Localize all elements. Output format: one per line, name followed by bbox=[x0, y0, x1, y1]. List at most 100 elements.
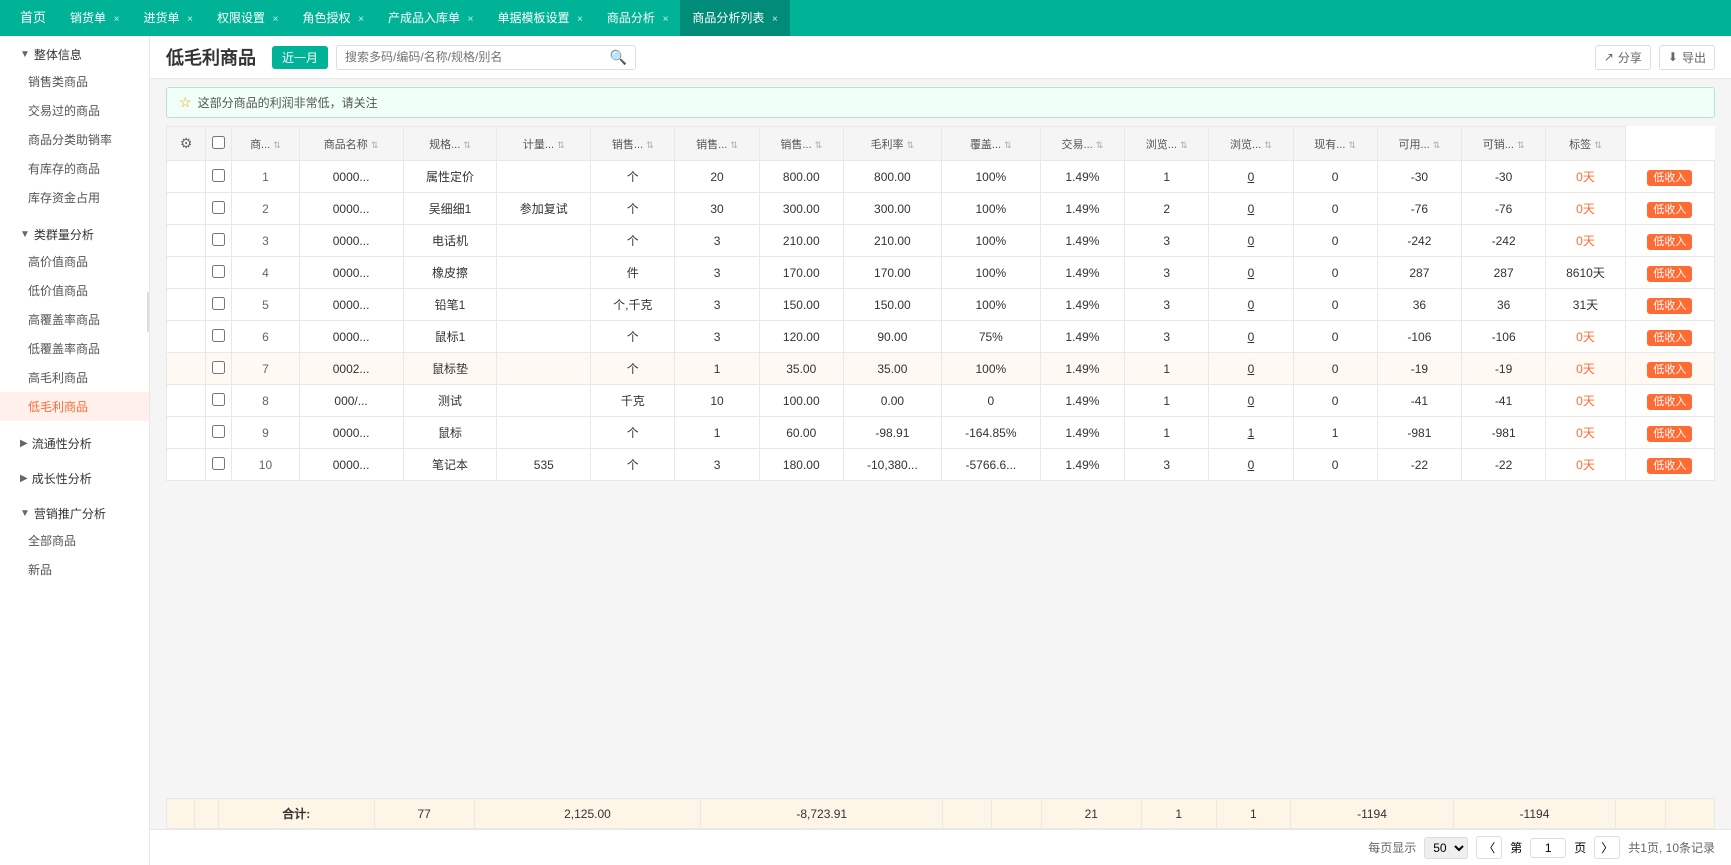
column-available-header[interactable]: 可用... ⇅ bbox=[1377, 127, 1461, 161]
row-checkbox[interactable] bbox=[212, 329, 225, 342]
column-sales-qty-header[interactable]: 销售... ⇅ bbox=[591, 127, 675, 161]
row-checkbox-cell[interactable] bbox=[206, 449, 232, 481]
column-coverage-header[interactable]: 覆盖... ⇅ bbox=[941, 127, 1040, 161]
views1-link[interactable]: 0 bbox=[1248, 330, 1255, 344]
close-roles-icon[interactable]: × bbox=[358, 14, 364, 25]
close-sales-icon[interactable]: × bbox=[114, 14, 120, 25]
close-permissions-icon[interactable]: × bbox=[273, 14, 279, 25]
views1-link[interactable]: 0 bbox=[1248, 234, 1255, 248]
row-views1[interactable]: 0 bbox=[1209, 193, 1293, 225]
row-checkbox-cell[interactable] bbox=[206, 289, 232, 321]
views1-link[interactable]: 0 bbox=[1248, 362, 1255, 376]
sidebar-item-sales-products[interactable]: 销售类商品 bbox=[0, 67, 149, 96]
column-sales-amount-header[interactable]: 销售... ⇅ bbox=[759, 127, 843, 161]
row-checkbox-cell[interactable] bbox=[206, 321, 232, 353]
sidebar-item-low-margin[interactable]: 低毛利商品 bbox=[0, 392, 149, 421]
nav-roles[interactable]: 角色授权 × bbox=[290, 0, 375, 36]
views1-link[interactable]: 0 bbox=[1248, 458, 1255, 472]
row-checkbox-cell[interactable] bbox=[206, 193, 232, 225]
close-purchase-icon[interactable]: × bbox=[187, 14, 193, 25]
sidebar-item-high-value[interactable]: 高价值商品 bbox=[0, 247, 149, 276]
column-transactions-header[interactable]: 交易... ⇅ bbox=[1040, 127, 1124, 161]
nav-home[interactable]: 首页 bbox=[8, 0, 58, 36]
views1-link[interactable]: 0 bbox=[1248, 266, 1255, 280]
sidebar-item-stock-capital[interactable]: 库存资金占用 bbox=[0, 183, 149, 212]
close-template-icon[interactable]: × bbox=[577, 14, 583, 25]
row-checkbox[interactable] bbox=[212, 233, 225, 246]
row-views1[interactable]: 0 bbox=[1209, 161, 1293, 193]
row-checkbox-cell[interactable] bbox=[206, 417, 232, 449]
nav-permissions[interactable]: 权限设置 × bbox=[205, 0, 290, 36]
close-list-icon[interactable]: × bbox=[772, 14, 778, 25]
column-spec-header[interactable]: 规格... ⇅ bbox=[403, 127, 497, 161]
sidebar-item-traded-products[interactable]: 交易过的商品 bbox=[0, 96, 149, 125]
per-page-select[interactable]: 50 bbox=[1424, 837, 1468, 859]
sidebar-item-high-margin[interactable]: 高毛利商品 bbox=[0, 363, 149, 392]
sidebar-item-new-products[interactable]: 新品 bbox=[0, 555, 149, 584]
row-checkbox-cell[interactable] bbox=[206, 161, 232, 193]
close-products-icon[interactable]: × bbox=[468, 14, 474, 25]
row-checkbox-cell[interactable] bbox=[206, 353, 232, 385]
row-checkbox[interactable] bbox=[212, 393, 225, 406]
column-name-header[interactable]: 商品名称 ⇅ bbox=[299, 127, 403, 161]
row-views1[interactable]: 0 bbox=[1209, 257, 1293, 289]
row-views1[interactable]: 0 bbox=[1209, 225, 1293, 257]
column-unit-header[interactable]: 计量... ⇅ bbox=[497, 127, 591, 161]
column-code-header[interactable]: 商... ⇅ bbox=[232, 127, 299, 161]
sidebar-item-category-rate[interactable]: 商品分类助销率 bbox=[0, 125, 149, 154]
row-views1[interactable]: 0 bbox=[1209, 289, 1293, 321]
search-icon[interactable]: 🔍 bbox=[610, 49, 627, 66]
nav-analysis-list[interactable]: 商品分析列表 × bbox=[680, 0, 789, 36]
select-all-header[interactable] bbox=[206, 127, 232, 161]
nav-products-inbound[interactable]: 产成品入库单 × bbox=[376, 0, 485, 36]
search-input[interactable] bbox=[345, 50, 610, 64]
views1-link[interactable]: 0 bbox=[1248, 298, 1255, 312]
views1-link[interactable]: 0 bbox=[1248, 394, 1255, 408]
views1-link[interactable]: 1 bbox=[1248, 426, 1255, 440]
sidebar-item-low-coverage[interactable]: 低覆盖率商品 bbox=[0, 334, 149, 363]
column-gross-margin-header[interactable]: 毛利率 ⇅ bbox=[843, 127, 941, 161]
sidebar-item-stocked-products[interactable]: 有库存的商品 bbox=[0, 154, 149, 183]
sidebar-item-low-value[interactable]: 低价值商品 bbox=[0, 276, 149, 305]
prev-page-button[interactable]: 〈 bbox=[1476, 836, 1502, 859]
row-checkbox[interactable] bbox=[212, 361, 225, 374]
row-checkbox[interactable] bbox=[212, 265, 225, 278]
views1-link[interactable]: 0 bbox=[1248, 202, 1255, 216]
column-current-stock-header[interactable]: 现有... ⇅ bbox=[1293, 127, 1377, 161]
row-checkbox-cell[interactable] bbox=[206, 257, 232, 289]
column-tag-header[interactable]: 标签 ⇅ bbox=[1546, 127, 1626, 161]
nav-product-analysis[interactable]: 商品分析 × bbox=[595, 0, 680, 36]
export-button[interactable]: ⬇ 导出 bbox=[1659, 45, 1715, 70]
nav-template-settings[interactable]: 单据模板设置 × bbox=[485, 0, 594, 36]
row-views1[interactable]: 1 bbox=[1209, 417, 1293, 449]
column-settings-header[interactable]: ⚙ bbox=[167, 127, 206, 161]
row-views1[interactable]: 0 bbox=[1209, 321, 1293, 353]
sidebar-section-marketing-title[interactable]: ▼ 营销推广分析 bbox=[0, 499, 149, 526]
select-all-checkbox[interactable] bbox=[212, 136, 225, 149]
sidebar-section-growth-title[interactable]: ▶ 成长性分析 bbox=[0, 464, 149, 491]
row-checkbox-cell[interactable] bbox=[206, 225, 232, 257]
row-checkbox[interactable] bbox=[212, 425, 225, 438]
column-sellable-header[interactable]: 可销... ⇅ bbox=[1462, 127, 1546, 161]
row-views1[interactable]: 0 bbox=[1209, 449, 1293, 481]
sidebar-section-group-title[interactable]: ▼ 类群量分析 bbox=[0, 220, 149, 247]
sidebar-item-all-products[interactable]: 全部商品 bbox=[0, 526, 149, 555]
row-checkbox[interactable] bbox=[212, 297, 225, 310]
row-checkbox[interactable] bbox=[212, 457, 225, 470]
page-number-input[interactable] bbox=[1530, 838, 1566, 858]
share-button[interactable]: ↗ 分享 bbox=[1595, 45, 1651, 70]
close-analysis-icon[interactable]: × bbox=[663, 14, 669, 25]
column-sales-price-header[interactable]: 销售... ⇅ bbox=[675, 127, 759, 161]
column-views1-header[interactable]: 浏览... ⇅ bbox=[1125, 127, 1209, 161]
row-views1[interactable]: 0 bbox=[1209, 353, 1293, 385]
row-checkbox-cell[interactable] bbox=[206, 385, 232, 417]
views1-link[interactable]: 0 bbox=[1248, 170, 1255, 184]
date-filter-button[interactable]: 近一月 bbox=[272, 46, 328, 69]
sidebar-item-high-coverage[interactable]: 高覆盖率商品 bbox=[0, 305, 149, 334]
sidebar-section-overview-title[interactable]: ▼ 整体信息 bbox=[0, 40, 149, 67]
nav-sales[interactable]: 销货单 × bbox=[58, 0, 131, 36]
row-views1[interactable]: 0 bbox=[1209, 385, 1293, 417]
row-checkbox[interactable] bbox=[212, 201, 225, 214]
column-views2-header[interactable]: 浏览... ⇅ bbox=[1209, 127, 1293, 161]
sidebar-section-flow-title[interactable]: ▶ 流通性分析 bbox=[0, 429, 149, 456]
